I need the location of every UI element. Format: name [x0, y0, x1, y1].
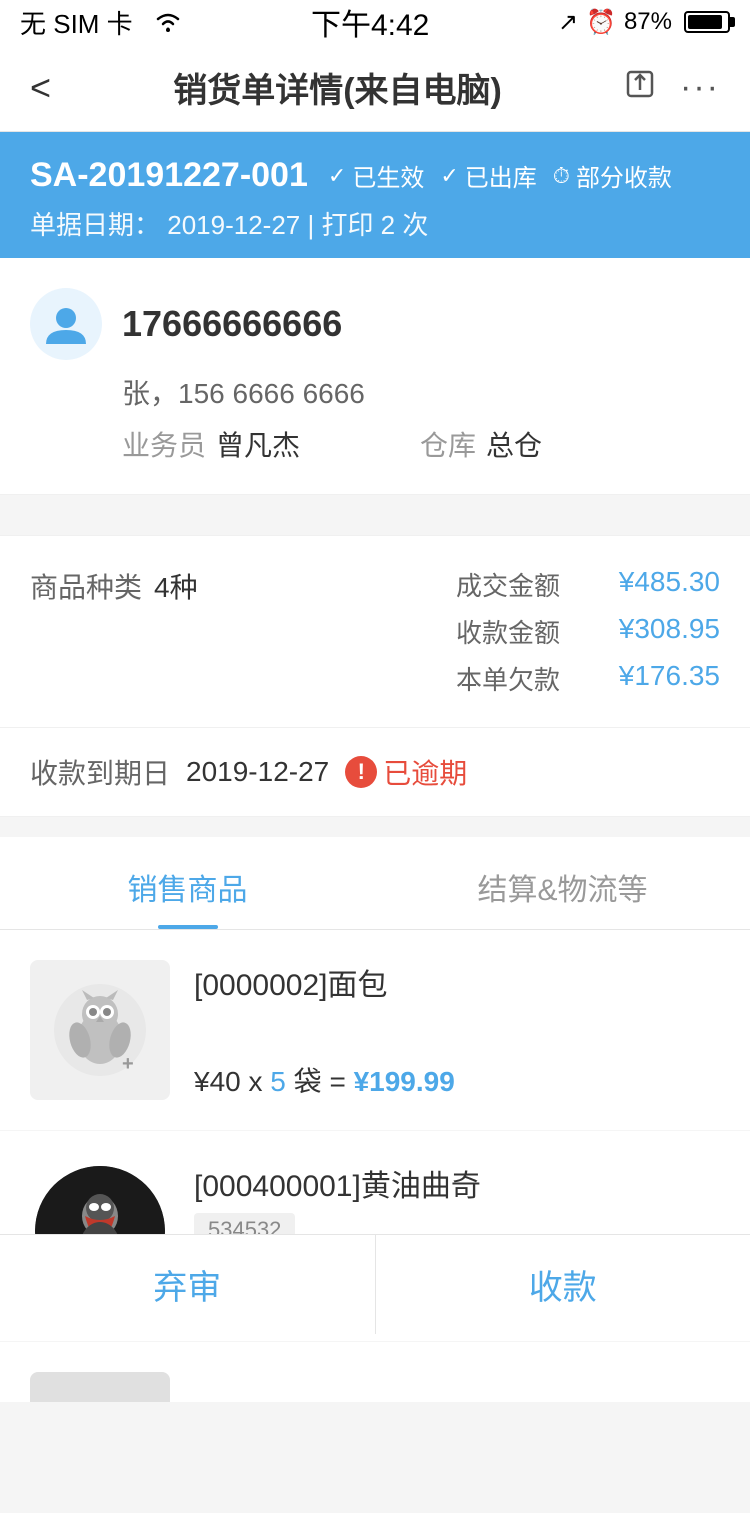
product-thumb-partial — [30, 1372, 170, 1403]
customer-name-phone: 张，156 6666 6666 — [30, 372, 720, 412]
overdue-warning-icon: ! — [345, 756, 377, 788]
overdue-badge: ! 已逾期 — [345, 752, 467, 792]
carrier-text: 无 SIM 卡 — [20, 9, 133, 39]
stats-section: 商品种类 4种 成交金额 ¥485.30 收款金额 ¥308.95 本单欠款 ¥… — [0, 535, 750, 728]
due-date-section: 收款到期日 2019-12-27 ! 已逾期 — [0, 728, 750, 817]
share-icon[interactable] — [624, 68, 656, 108]
salesperson-label: 业务员 — [122, 424, 206, 464]
due-date-label: 收款到期日 — [30, 752, 170, 792]
tab-sales-products[interactable]: 销售商品 — [0, 837, 375, 929]
product-name-bread: [0000002]面包 — [194, 960, 720, 1004]
product-info-bread: [0000002]面包 ¥40 x 5 袋 = ¥199.99 — [194, 960, 720, 1100]
separator-1 — [0, 495, 750, 515]
time-display: 下午4:42 — [311, 0, 429, 44]
battery-icon — [684, 11, 730, 33]
status-effective: ✓ 已生效 — [328, 158, 424, 193]
product-name-cookie: [000400001]黄油曲奇 — [194, 1161, 720, 1205]
svg-text:+: + — [122, 1053, 134, 1075]
battery-percent: 87% — [624, 8, 672, 36]
order-header-banner: SA-20191227-001 ✓ 已生效 ✓ 已出库 ⏱ 部分收款 单据日期：… — [0, 132, 750, 258]
product-tabs: 销售商品 结算&物流等 — [0, 837, 750, 930]
bottom-spacer — [0, 1403, 750, 1513]
deal-amount-value: ¥485.30 — [590, 566, 720, 603]
product-kinds-label: 商品种类 — [30, 566, 142, 606]
user-avatar-icon — [42, 300, 90, 348]
product-thumb-bread: + — [30, 960, 170, 1100]
tabs-spacer — [0, 817, 750, 837]
check-icon-2: ✓ — [440, 163, 458, 189]
tab-settlement-logistics[interactable]: 结算&物流等 — [375, 837, 750, 929]
product-total-bread: ¥199.99 — [354, 1066, 455, 1097]
customer-meta: 业务员 曾凡杰 仓库 总仓 — [30, 424, 720, 464]
due-date-value: 2019-12-27 — [186, 756, 329, 788]
status-shipped: ✓ 已出库 — [440, 158, 536, 193]
nav-actions: ··· — [624, 68, 720, 108]
received-amount-value: ¥308.95 — [590, 613, 720, 650]
more-icon[interactable]: ··· — [680, 68, 720, 107]
page-title: 销货单详情(来自电脑) — [173, 63, 502, 112]
owed-amount-label: 本单欠款 — [456, 660, 560, 697]
deal-amount-label: 成交金额 — [456, 566, 560, 603]
received-amount-label: 收款金额 — [456, 613, 560, 650]
nav-bar: < 销货单详情(来自电脑) ··· — [0, 44, 750, 132]
back-button[interactable]: < — [30, 67, 51, 109]
salesperson-value: 曾凡杰 — [216, 424, 300, 464]
wifi-icon — [154, 11, 182, 33]
customer-section: 17666666666 张，156 6666 6666 业务员 曾凡杰 仓库 总… — [0, 258, 750, 495]
status-partial-payment: ⏱ 部分收款 — [553, 158, 672, 193]
order-date-line: 单据日期： 2019-12-27 | 打印 2 次 — [30, 205, 720, 242]
order-id: SA-20191227-001 — [30, 156, 308, 195]
product-item-bread: + [0000002]面包 ¥40 x 5 袋 = ¥199.99 — [0, 930, 750, 1131]
bottom-action-bar: 弃审 收款 — [0, 1234, 750, 1334]
order-status-badges: ✓ 已生效 ✓ 已出库 ⏱ 部分收款 — [328, 158, 672, 193]
warehouse-value: 总仓 — [486, 424, 542, 464]
customer-avatar — [30, 288, 102, 360]
product-kinds-value: 4种 — [154, 566, 198, 606]
product-item-partial — [0, 1342, 750, 1403]
customer-phone: 17666666666 — [122, 303, 342, 345]
clock-icon: ⏱ — [553, 163, 570, 189]
product-price-bread: ¥40 x 5 袋 = ¥199.99 — [194, 1060, 720, 1100]
status-indicators: ↗ ⏰ 87% — [558, 8, 730, 37]
overdue-text: 已逾期 — [383, 752, 467, 792]
collect-payment-button[interactable]: 收款 — [376, 1235, 750, 1334]
carrier-wifi: 无 SIM 卡 — [20, 4, 182, 41]
owed-amount-value: ¥176.35 — [590, 660, 720, 697]
status-bar: 无 SIM 卡 下午4:42 ↗ ⏰ 87% — [0, 0, 750, 44]
product-image-owl: + — [50, 980, 150, 1080]
reject-button[interactable]: 弃审 — [0, 1235, 376, 1334]
warehouse-label: 仓库 — [420, 424, 476, 464]
check-icon-1: ✓ — [328, 163, 346, 189]
location-icon: ↗ — [558, 8, 578, 37]
alarm-icon: ⏰ — [586, 8, 616, 37]
product-qty-bread: 5 — [270, 1066, 286, 1097]
